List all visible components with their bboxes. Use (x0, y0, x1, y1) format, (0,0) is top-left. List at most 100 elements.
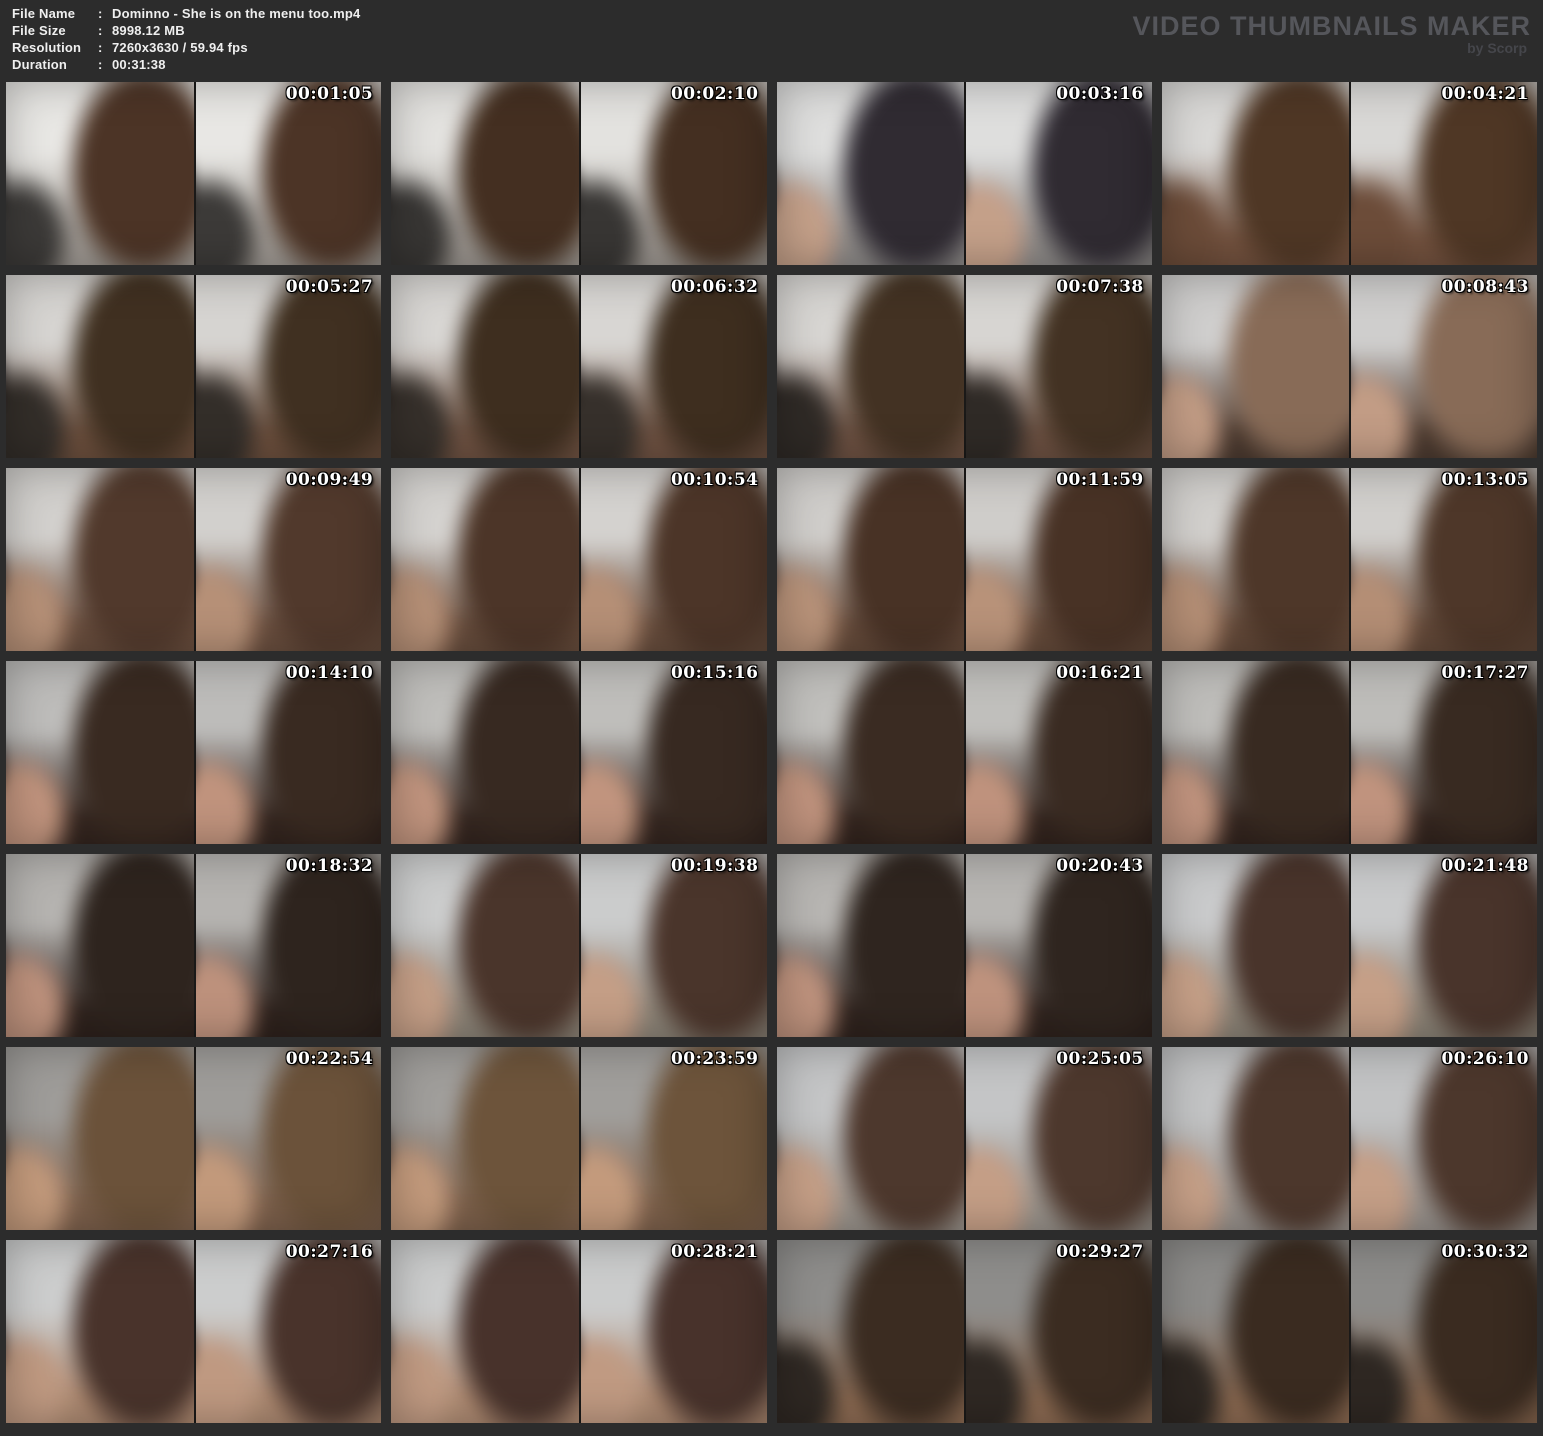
video-thumbnail: 00:21:48 (1162, 854, 1537, 1037)
timestamp-overlay: 00:05:27 (286, 277, 374, 297)
vr-right-eye-frame (194, 82, 382, 265)
video-thumbnail: 00:28:21 (391, 1240, 766, 1423)
scene-placeholder (579, 661, 767, 844)
vr-left-eye-frame (1162, 854, 1350, 1037)
scene-placeholder (964, 468, 1152, 651)
vr-right-eye-frame (964, 1047, 1152, 1230)
scene-placeholder (194, 854, 382, 1037)
timestamp-overlay: 00:07:38 (1056, 277, 1144, 297)
scene-placeholder (777, 854, 965, 1037)
vr-right-eye-frame (964, 1240, 1152, 1423)
scene-placeholder (964, 661, 1152, 844)
scene-placeholder (6, 854, 194, 1037)
scene-placeholder (964, 1240, 1152, 1423)
scene-placeholder (6, 1047, 194, 1230)
resolution-label: Resolution (12, 41, 98, 55)
video-thumbnail: 00:11:59 (777, 468, 1152, 651)
vr-left-eye-frame (391, 275, 579, 458)
vr-left-eye-frame (1162, 82, 1350, 265)
vr-right-eye-frame (964, 468, 1152, 651)
timestamp-overlay: 00:19:38 (671, 856, 759, 876)
video-thumbnail: 00:04:21 (1162, 82, 1537, 265)
vr-left-eye-frame (777, 1047, 965, 1230)
timestamp-overlay: 00:10:54 (671, 470, 759, 490)
scene-placeholder (391, 82, 579, 265)
timestamp-overlay: 00:06:32 (671, 277, 759, 297)
scene-placeholder (194, 1047, 382, 1230)
video-thumbnail: 00:16:21 (777, 661, 1152, 844)
vr-right-eye-frame (579, 854, 767, 1037)
separator: : (98, 24, 112, 38)
timestamp-overlay: 00:23:59 (671, 1049, 759, 1069)
file-size-label: File Size (12, 24, 98, 38)
scene-placeholder (964, 1047, 1152, 1230)
scene-placeholder (194, 1240, 382, 1423)
video-thumbnail: 00:19:38 (391, 854, 766, 1037)
separator: : (98, 7, 112, 21)
video-thumbnail: 00:29:27 (777, 1240, 1152, 1423)
vr-right-eye-frame (1349, 854, 1537, 1037)
vr-left-eye-frame (6, 468, 194, 651)
scene-placeholder (964, 854, 1152, 1037)
vr-left-eye-frame (6, 1047, 194, 1230)
scene-placeholder (777, 468, 965, 651)
scene-placeholder (1162, 82, 1350, 265)
timestamp-overlay: 00:04:21 (1441, 84, 1529, 104)
video-thumbnail: 00:13:05 (1162, 468, 1537, 651)
scene-placeholder (1349, 854, 1537, 1037)
vr-right-eye-frame (194, 661, 382, 844)
file-name-value: Dominno - She is on the menu too.mp4 (112, 7, 360, 21)
vr-right-eye-frame (194, 1240, 382, 1423)
timestamp-overlay: 00:02:10 (671, 84, 759, 104)
scene-placeholder (777, 661, 965, 844)
scene-placeholder (1349, 468, 1537, 651)
timestamp-overlay: 00:16:21 (1056, 663, 1144, 683)
scene-placeholder (194, 275, 382, 458)
scene-placeholder (391, 275, 579, 458)
vr-left-eye-frame (1162, 468, 1350, 651)
scene-placeholder (1162, 661, 1350, 844)
thumbnail-grid: 00:01:05 00:02:10 00:03:16 00:04:21 (6, 82, 1537, 1423)
scene-placeholder (579, 275, 767, 458)
video-thumbnail: 00:02:10 (391, 82, 766, 265)
vr-right-eye-frame (194, 854, 382, 1037)
scene-placeholder (6, 468, 194, 651)
separator: : (98, 41, 112, 55)
video-thumbnail: 00:09:49 (6, 468, 381, 651)
scene-placeholder (579, 468, 767, 651)
vr-left-eye-frame (777, 854, 965, 1037)
scene-placeholder (6, 1240, 194, 1423)
scene-placeholder (1162, 1047, 1350, 1230)
scene-placeholder (1162, 275, 1350, 458)
vr-left-eye-frame (6, 275, 194, 458)
vr-right-eye-frame (579, 1047, 767, 1230)
video-thumbnail: 00:25:05 (777, 1047, 1152, 1230)
timestamp-overlay: 00:18:32 (286, 856, 374, 876)
vr-right-eye-frame (194, 275, 382, 458)
vr-left-eye-frame (6, 1240, 194, 1423)
scene-placeholder (777, 1240, 965, 1423)
vr-left-eye-frame (777, 661, 965, 844)
video-thumbnail: 00:10:54 (391, 468, 766, 651)
timestamp-overlay: 00:17:27 (1441, 663, 1529, 683)
vr-right-eye-frame (1349, 1047, 1537, 1230)
scene-placeholder (1162, 1240, 1350, 1423)
vr-left-eye-frame (1162, 275, 1350, 458)
scene-placeholder (391, 1047, 579, 1230)
vr-left-eye-frame (391, 1047, 579, 1230)
scene-placeholder (579, 854, 767, 1037)
scene-placeholder (6, 275, 194, 458)
scene-placeholder (964, 275, 1152, 458)
video-thumbnail: 00:03:16 (777, 82, 1152, 265)
vr-right-eye-frame (964, 82, 1152, 265)
vr-left-eye-frame (391, 1240, 579, 1423)
scene-placeholder (777, 82, 965, 265)
timestamp-overlay: 00:25:05 (1056, 1049, 1144, 1069)
scene-placeholder (1162, 854, 1350, 1037)
vr-left-eye-frame (1162, 1240, 1350, 1423)
vr-left-eye-frame (391, 854, 579, 1037)
vr-right-eye-frame (579, 1240, 767, 1423)
video-thumbnail: 00:01:05 (6, 82, 381, 265)
vr-left-eye-frame (777, 275, 965, 458)
scene-placeholder (391, 661, 579, 844)
